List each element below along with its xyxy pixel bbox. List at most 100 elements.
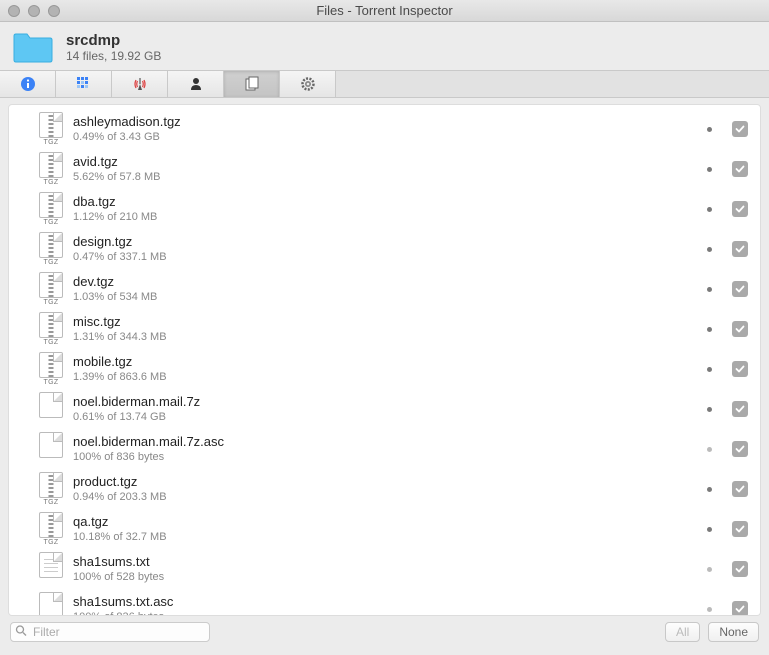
- file-row[interactable]: TGZmobile.tgz1.39% of 863.6 MB: [9, 349, 760, 389]
- file-status: 1.12% of 210 MB: [73, 210, 699, 224]
- file-row[interactable]: TGZ dev.tgz1.03% of 534 MB: [9, 269, 760, 309]
- activity-icon: [76, 76, 92, 92]
- wanted-checkbox[interactable]: [732, 321, 748, 337]
- file-type-icon: [37, 432, 65, 466]
- select-none-button[interactable]: None: [708, 622, 759, 642]
- file-list[interactable]: TGZashleymadison.tgz0.49% of 3.43 GBTGZa…: [8, 104, 761, 616]
- file-name: noel.biderman.mail.7z: [73, 394, 699, 410]
- wanted-checkbox[interactable]: [732, 121, 748, 137]
- file-status: 100% of 836 bytes: [73, 450, 699, 464]
- file-name: qa.tgz: [73, 514, 699, 530]
- file-row[interactable]: noel.biderman.mail.7z0.61% of 13.74 GB: [9, 389, 760, 429]
- bottom-bar: All None: [0, 616, 769, 648]
- priority-indicator[interactable]: [707, 327, 712, 332]
- wanted-checkbox[interactable]: [732, 401, 748, 417]
- wanted-checkbox[interactable]: [732, 601, 748, 616]
- file-row[interactable]: sha1sums.txt.asc100% of 836 bytes: [9, 589, 760, 616]
- priority-indicator[interactable]: [707, 407, 712, 412]
- inspector-tabbar: [0, 70, 769, 98]
- file-text: mobile.tgz1.39% of 863.6 MB: [73, 354, 699, 384]
- wanted-checkbox[interactable]: [732, 481, 748, 497]
- file-row[interactable]: sha1sums.txt100% of 528 bytes: [9, 549, 760, 589]
- file-type-icon: TGZ: [37, 232, 65, 266]
- file-text: sha1sums.txt.asc100% of 836 bytes: [73, 594, 699, 616]
- wanted-checkbox[interactable]: [732, 441, 748, 457]
- wanted-checkbox[interactable]: [732, 241, 748, 257]
- file-row[interactable]: TGZproduct.tgz0.94% of 203.3 MB: [9, 469, 760, 509]
- file-type-icon: [37, 592, 65, 616]
- file-row[interactable]: TGZavid.tgz5.62% of 57.8 MB: [9, 149, 760, 189]
- file-text: noel.biderman.mail.7z0.61% of 13.74 GB: [73, 394, 699, 424]
- wanted-checkbox[interactable]: [732, 161, 748, 177]
- file-name: dba.tgz: [73, 194, 699, 210]
- file-status: 10.18% of 32.7 MB: [73, 530, 699, 544]
- file-row[interactable]: TGZ qa.tgz10.18% of 32.7 MB: [9, 509, 760, 549]
- file-text: misc.tgz1.31% of 344.3 MB: [73, 314, 699, 344]
- file-type-icon: TGZ: [37, 312, 65, 346]
- priority-indicator[interactable]: [707, 447, 712, 452]
- priority-indicator[interactable]: [707, 567, 712, 572]
- tab-options[interactable]: [280, 71, 336, 97]
- file-type-icon: TGZ: [37, 192, 65, 226]
- priority-indicator[interactable]: [707, 287, 712, 292]
- trackers-icon: [132, 76, 148, 92]
- file-row[interactable]: noel.biderman.mail.7z.asc100% of 836 byt…: [9, 429, 760, 469]
- file-type-icon: [37, 552, 65, 586]
- wanted-checkbox[interactable]: [732, 201, 748, 217]
- tab-peers[interactable]: [168, 71, 224, 97]
- wanted-checkbox[interactable]: [732, 281, 748, 297]
- priority-indicator[interactable]: [707, 247, 712, 252]
- file-name: sha1sums.txt.asc: [73, 594, 699, 610]
- tab-info[interactable]: [0, 71, 56, 97]
- file-name: misc.tgz: [73, 314, 699, 330]
- filter-wrap: [10, 622, 210, 642]
- wanted-checkbox[interactable]: [732, 521, 748, 537]
- tab-activity[interactable]: [56, 71, 112, 97]
- file-text: dba.tgz1.12% of 210 MB: [73, 194, 699, 224]
- file-status: 1.39% of 863.6 MB: [73, 370, 699, 384]
- file-text: sha1sums.txt100% of 528 bytes: [73, 554, 699, 584]
- priority-indicator[interactable]: [707, 127, 712, 132]
- file-status: 0.61% of 13.74 GB: [73, 410, 699, 424]
- tab-files[interactable]: [224, 71, 280, 97]
- priority-indicator[interactable]: [707, 367, 712, 372]
- wanted-checkbox[interactable]: [732, 361, 748, 377]
- priority-indicator[interactable]: [707, 527, 712, 532]
- file-status: 5.62% of 57.8 MB: [73, 170, 699, 184]
- priority-indicator[interactable]: [707, 487, 712, 492]
- file-text: design.tgz0.47% of 337.1 MB: [73, 234, 699, 264]
- file-row[interactable]: TGZ ashleymadison.tgz0.49% of 3.43 GB: [9, 109, 760, 149]
- torrent-name: srcdmp: [66, 32, 161, 49]
- file-name: ashleymadison.tgz: [73, 114, 699, 130]
- file-type-icon: [37, 392, 65, 426]
- files-icon: [244, 76, 260, 92]
- tab-trackers[interactable]: [112, 71, 168, 97]
- torrent-summary: 14 files, 19.92 GB: [66, 49, 161, 63]
- file-status: 0.49% of 3.43 GB: [73, 130, 699, 144]
- file-type-icon: TGZ: [37, 272, 65, 306]
- file-type-icon: TGZ: [37, 512, 65, 546]
- torrent-header: srcdmp 14 files, 19.92 GB: [0, 22, 769, 70]
- file-type-icon: TGZ: [37, 112, 65, 146]
- priority-indicator[interactable]: [707, 607, 712, 612]
- file-name: design.tgz: [73, 234, 699, 250]
- file-row[interactable]: TGZ misc.tgz1.31% of 344.3 MB: [9, 309, 760, 349]
- file-status: 0.94% of 203.3 MB: [73, 490, 699, 504]
- file-row[interactable]: TGZ dba.tgz1.12% of 210 MB: [9, 189, 760, 229]
- file-name: mobile.tgz: [73, 354, 699, 370]
- file-status: 1.03% of 534 MB: [73, 290, 699, 304]
- file-name: sha1sums.txt: [73, 554, 699, 570]
- priority-indicator[interactable]: [707, 207, 712, 212]
- wanted-checkbox[interactable]: [732, 561, 748, 577]
- folder-icon: [12, 30, 54, 64]
- file-status: 100% of 528 bytes: [73, 570, 699, 584]
- file-name: product.tgz: [73, 474, 699, 490]
- file-text: product.tgz0.94% of 203.3 MB: [73, 474, 699, 504]
- filter-input[interactable]: [10, 622, 210, 642]
- info-icon: [20, 76, 36, 92]
- file-name: dev.tgz: [73, 274, 699, 290]
- file-name: avid.tgz: [73, 154, 699, 170]
- select-all-button[interactable]: All: [665, 622, 700, 642]
- priority-indicator[interactable]: [707, 167, 712, 172]
- file-row[interactable]: TGZ design.tgz0.47% of 337.1 MB: [9, 229, 760, 269]
